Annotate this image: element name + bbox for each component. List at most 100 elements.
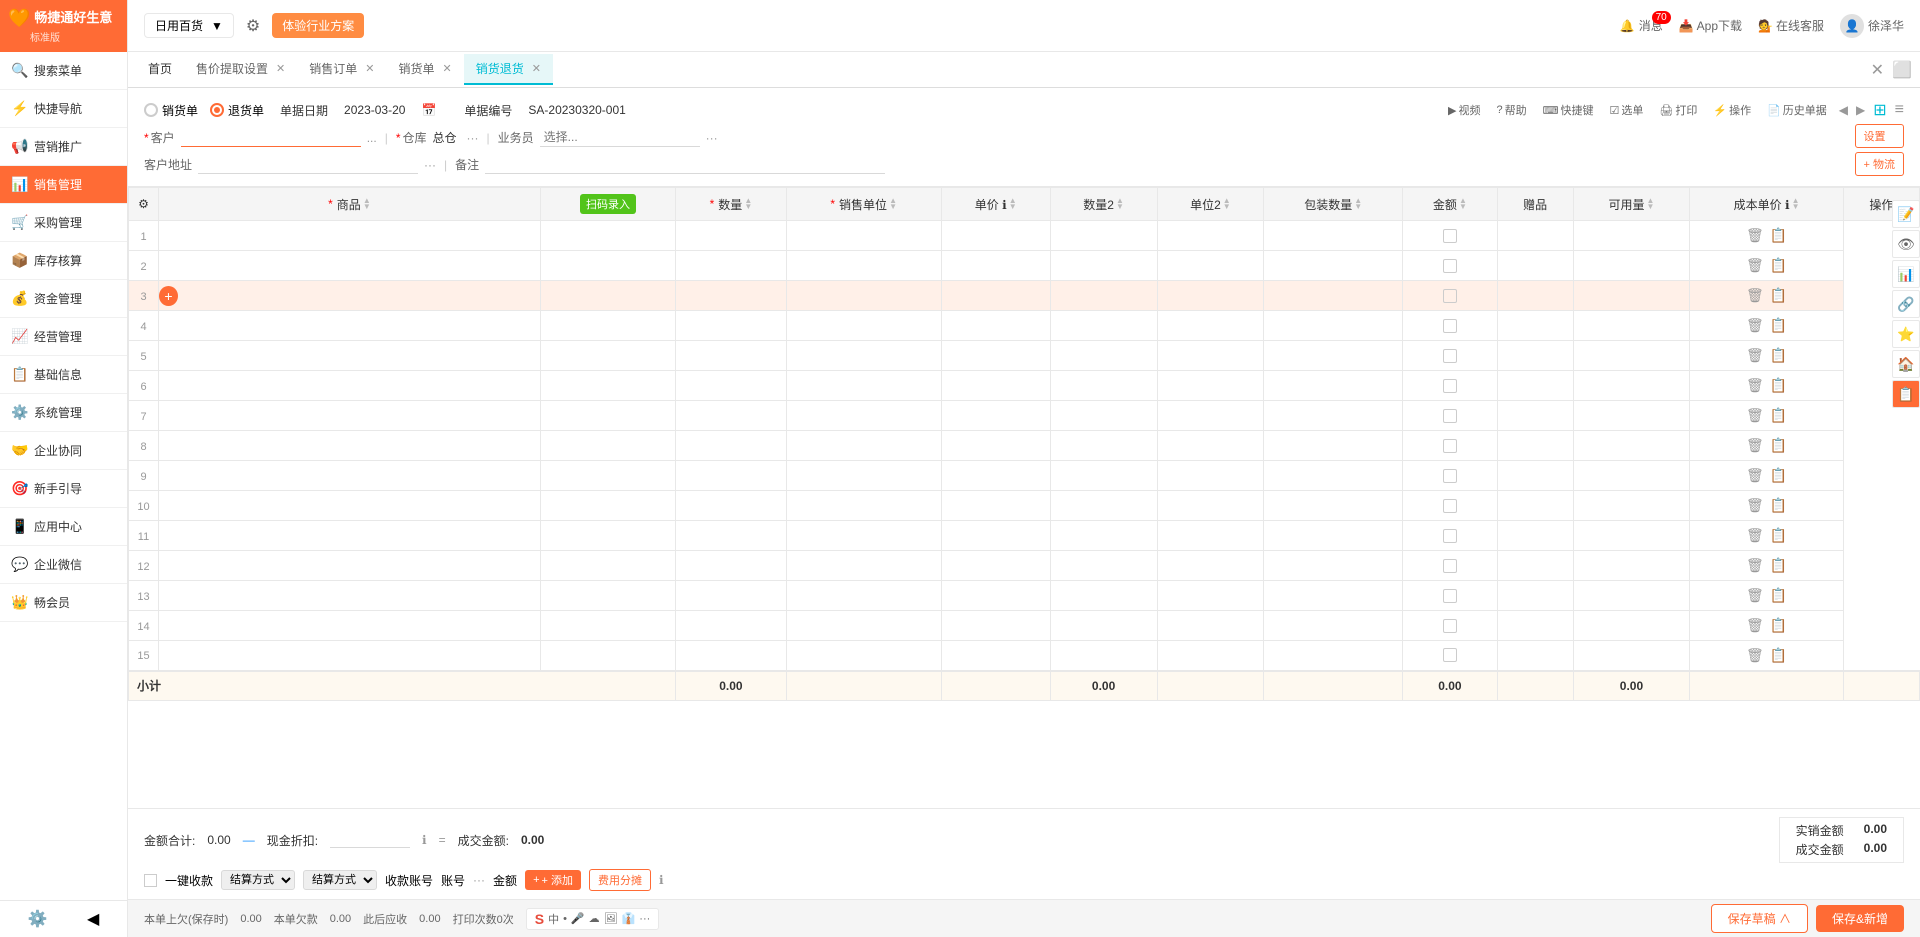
product-cell-11[interactable] <box>159 521 541 551</box>
qty-cell-14[interactable] <box>540 611 675 641</box>
gift-checkbox-5[interactable] <box>1443 349 1457 363</box>
cost-price-cell-9[interactable] <box>1573 461 1690 491</box>
delete-icon-7[interactable]: 🗑 <box>1746 407 1764 424</box>
qty2-cell-4[interactable] <box>941 311 1050 341</box>
price-cell-11[interactable] <box>786 521 941 551</box>
scan-btn[interactable]: 扫码录入 <box>580 194 636 214</box>
gift-cell-2[interactable] <box>1403 251 1497 281</box>
available-cell-14[interactable] <box>1497 611 1573 641</box>
gift-cell-5[interactable] <box>1403 341 1497 371</box>
amount-cell-11[interactable] <box>1264 521 1403 551</box>
radio-shipment[interactable]: 销货单 <box>144 102 198 119</box>
sidebar-item-system[interactable]: ⚙️ 系统管理 <box>0 394 127 432</box>
price-cell-13[interactable] <box>786 581 941 611</box>
salesman-input[interactable] <box>540 128 700 147</box>
history-btn[interactable]: 📄 历史单据 <box>1763 100 1831 120</box>
unit2-cell-5[interactable] <box>1050 341 1157 371</box>
gift-cell-12[interactable] <box>1403 551 1497 581</box>
shortcut-btn[interactable]: ⌨ 快捷键 <box>1539 100 1598 120</box>
pkg-qty-cell-14[interactable] <box>1157 611 1264 641</box>
unit2-cell-10[interactable] <box>1050 491 1157 521</box>
pkg-qty-cell-9[interactable] <box>1157 461 1264 491</box>
sidebar-collapse-icon[interactable]: ◀ <box>87 909 99 929</box>
right-icon-7[interactable]: 📋 <box>1892 380 1920 408</box>
price-cell-5[interactable] <box>786 341 941 371</box>
qty-cell-13[interactable] <box>540 581 675 611</box>
app-download-btn[interactable]: 📥 App下载 <box>1679 17 1742 34</box>
customer-dots[interactable]: ... <box>367 131 377 145</box>
right-icon-5[interactable]: ⭐ <box>1892 320 1920 348</box>
available-cell-9[interactable] <box>1497 461 1573 491</box>
settlement-select[interactable]: 结算方式 <box>221 870 295 890</box>
sidebar-item-member[interactable]: 👑 畅会员 <box>0 584 127 622</box>
product-cell-12[interactable] <box>159 551 541 581</box>
delete-icon-10[interactable]: 🗑 <box>1746 497 1764 514</box>
tab-home[interactable]: 首页 <box>136 54 184 85</box>
unit2-cell-9[interactable] <box>1050 461 1157 491</box>
gift-checkbox-11[interactable] <box>1443 529 1457 543</box>
product-cell-2[interactable] <box>159 251 541 281</box>
available-cell-5[interactable] <box>1497 341 1573 371</box>
copy-icon-3[interactable]: 📋 <box>1770 287 1787 304</box>
calendar-icon[interactable]: 📅 <box>421 103 436 117</box>
gift-checkbox-12[interactable] <box>1443 559 1457 573</box>
tab-goods[interactable]: 销货单 ✕ <box>386 54 463 85</box>
settings-side-btn[interactable]: 设置 <box>1855 124 1904 148</box>
discount-input[interactable] <box>330 833 410 848</box>
gift-checkbox-15[interactable] <box>1443 648 1457 662</box>
available-cell-1[interactable] <box>1497 221 1573 251</box>
available-cell-12[interactable] <box>1497 551 1573 581</box>
gift-checkbox-13[interactable] <box>1443 589 1457 603</box>
product-cell-15[interactable] <box>159 641 541 671</box>
gift-cell-13[interactable] <box>1403 581 1497 611</box>
cost-price-cell-14[interactable] <box>1573 611 1690 641</box>
product-cell-5[interactable] <box>159 341 541 371</box>
unit-cell-2[interactable] <box>676 251 787 281</box>
qty2-cell-1[interactable] <box>941 221 1050 251</box>
list-view-icon[interactable]: ≡ <box>1895 101 1904 119</box>
amount-cell-13[interactable] <box>1264 581 1403 611</box>
unit-cell-14[interactable] <box>676 611 787 641</box>
qty2-cell-3[interactable] <box>941 281 1050 311</box>
unit-cell-4[interactable] <box>676 311 787 341</box>
cost-price-cell-5[interactable] <box>1573 341 1690 371</box>
cost-price-cell-8[interactable] <box>1573 431 1690 461</box>
available-cell-10[interactable] <box>1497 491 1573 521</box>
qty-cell-3[interactable] <box>540 281 675 311</box>
cost-price-cell-12[interactable] <box>1573 551 1690 581</box>
unit-cell-1[interactable] <box>676 221 787 251</box>
gift-checkbox-7[interactable] <box>1443 409 1457 423</box>
product-cell-1[interactable] <box>159 221 541 251</box>
gift-cell-1[interactable] <box>1403 221 1497 251</box>
qty-cell-9[interactable] <box>540 461 675 491</box>
pkg-qty-cell-15[interactable] <box>1157 641 1264 671</box>
cost-price-cell-2[interactable] <box>1573 251 1690 281</box>
qty-cell-6[interactable] <box>540 371 675 401</box>
price-cell-12[interactable] <box>786 551 941 581</box>
sidebar-item-sales[interactable]: 📊 销售管理 <box>0 166 127 204</box>
gift-cell-6[interactable] <box>1403 371 1497 401</box>
cost-price-cell-13[interactable] <box>1573 581 1690 611</box>
product-cell-10[interactable] <box>159 491 541 521</box>
unit-cell-9[interactable] <box>676 461 787 491</box>
user-area[interactable]: 👤 徐泽华 <box>1840 14 1904 38</box>
delete-icon-8[interactable]: 🗑 <box>1746 437 1764 454</box>
col-settings[interactable]: ⚙ <box>129 188 159 221</box>
gift-checkbox-10[interactable] <box>1443 499 1457 513</box>
pkg-qty-cell-5[interactable] <box>1157 341 1264 371</box>
unit-cell-11[interactable] <box>676 521 787 551</box>
price-cell-14[interactable] <box>786 611 941 641</box>
unit-cell-12[interactable] <box>676 551 787 581</box>
tab-goods-close[interactable]: ✕ <box>443 62 452 75</box>
amount-cell-5[interactable] <box>1264 341 1403 371</box>
cost-price-cell-11[interactable] <box>1573 521 1690 551</box>
fee-split-btn[interactable]: 费用分摊 <box>589 869 651 891</box>
price-cell-10[interactable] <box>786 491 941 521</box>
amount-cell-6[interactable] <box>1264 371 1403 401</box>
next-doc-icon[interactable]: ▶ <box>1856 103 1865 117</box>
gift-cell-7[interactable] <box>1403 401 1497 431</box>
help-btn[interactable]: ? 帮助 <box>1493 100 1531 120</box>
gift-checkbox-9[interactable] <box>1443 469 1457 483</box>
gift-checkbox-14[interactable] <box>1443 619 1457 633</box>
save-new-btn[interactable]: 保存&新增 <box>1816 905 1904 932</box>
